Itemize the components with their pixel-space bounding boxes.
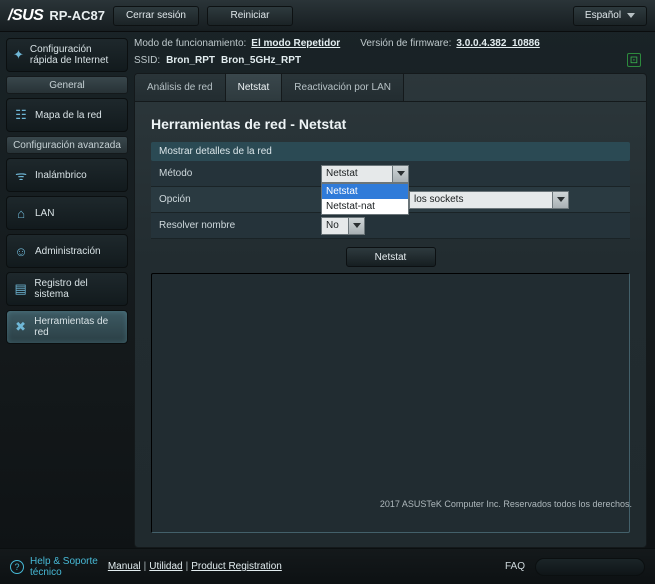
chevron-down-icon [348, 218, 364, 234]
link-product-registration[interactable]: Product Registration [191, 561, 282, 572]
tabs: Análisis de red Netstat Reactivación por… [135, 74, 646, 102]
topbar: /SUS RP-AC87 Cerrar sesión Reiniciar Esp… [0, 0, 655, 32]
reboot-button[interactable]: Reiniciar [207, 6, 293, 26]
sidebar-item-quick-setup[interactable]: ✦ Configuración rápida de Internet [6, 38, 128, 72]
fw-key: Versión de firmware: [360, 38, 451, 49]
chevron-down-icon [552, 192, 568, 208]
option-select[interactable]: los sockets [409, 191, 569, 209]
help-support[interactable]: ? Help & Soportetécnico [10, 556, 98, 578]
method-label: Método [151, 168, 321, 179]
faq-label: FAQ [505, 561, 525, 572]
method-option-netstat-nat[interactable]: Netstat-nat [322, 199, 408, 214]
panel-title: Herramientas de red - Netstat [151, 116, 630, 132]
method-select[interactable]: Netstat [321, 165, 409, 183]
online-status-icon: ⊡ [627, 53, 641, 67]
main-panel: Análisis de red Netstat Reactivación por… [134, 73, 647, 548]
info-line-2: SSID: Bron_RPT Bron_5GHz_RPT ⊡ [134, 51, 647, 69]
sidebar-item-wireless[interactable]: ᯤ Inalámbrico [6, 158, 128, 192]
link-manual[interactable]: Manual [108, 561, 141, 572]
output-textarea[interactable] [151, 273, 630, 533]
method-dropdown-list: Netstat Netstat-nat [321, 183, 409, 215]
tools-icon: ✖ [13, 319, 28, 335]
sidebar-item-syslog[interactable]: ▤ Registro del sistema [6, 272, 128, 306]
app-window: /SUS RP-AC87 Cerrar sesión Reiniciar Esp… [0, 0, 655, 584]
panel-body: Herramientas de red - Netstat Mostrar de… [135, 102, 646, 547]
log-icon: ▤ [13, 281, 28, 297]
fw-value[interactable]: 3.0.0.4.382_10886 [456, 38, 539, 49]
mode-key: Modo de funcionamiento: [134, 38, 246, 49]
sidebar: ✦ Configuración rápida de Internet Gener… [0, 32, 134, 548]
tab-netstat[interactable]: Netstat [226, 74, 283, 101]
network-icon: ☷ [13, 107, 29, 123]
resolve-select[interactable]: No [321, 217, 365, 235]
footer-links: Manual|Utilidad|Product Registration [108, 561, 282, 572]
language-dropdown[interactable]: Español [573, 6, 647, 26]
option-label: Opción [151, 194, 321, 205]
sidebar-item-lan[interactable]: ⌂ LAN [6, 196, 128, 230]
sidebar-heading-general: General [6, 76, 128, 94]
tab-wol[interactable]: Reactivación por LAN [282, 74, 404, 101]
run-netstat-button[interactable]: Netstat [346, 247, 436, 267]
main-area: Modo de funcionamiento: El modo Repetido… [134, 32, 655, 548]
tab-network-analysis[interactable]: Análisis de red [135, 74, 226, 101]
logo: /SUS RP-AC87 [8, 7, 105, 25]
help-icon: ? [10, 560, 24, 574]
run-row: Netstat [151, 239, 630, 273]
ssid-1: Bron_RPT [166, 55, 215, 66]
faq-search-input[interactable] [542, 561, 655, 572]
method-option-netstat[interactable]: Netstat [322, 184, 408, 199]
mode-value[interactable]: El modo Repetidor [251, 38, 340, 49]
section-heading: Mostrar detalles de la red [151, 142, 630, 161]
person-icon: ☺ [13, 243, 29, 259]
chevron-down-icon [392, 166, 408, 182]
sidebar-heading-advanced: Configuración avanzada [6, 136, 128, 154]
model-text: RP-AC87 [49, 8, 105, 23]
footer: ? Help & Soportetécnico Manual|Utilidad|… [0, 548, 655, 584]
resolve-control: No [321, 217, 365, 235]
method-control: Netstat Netstat Netstat-nat [321, 165, 409, 183]
faq-search[interactable] [535, 558, 645, 576]
ssid-key: SSID: [134, 55, 160, 66]
globe-icon: ✦ [13, 47, 24, 63]
sidebar-item-nettools[interactable]: ✖ Herramientas de red [6, 310, 128, 344]
ssid-2: Bron_5GHz_RPT [221, 55, 301, 66]
info-line-1: Modo de funcionamiento: El modo Repetido… [134, 36, 647, 51]
link-utility[interactable]: Utilidad [149, 561, 182, 572]
chevron-down-icon [627, 13, 635, 18]
row-resolve: Resolver nombre No [151, 213, 630, 239]
resolve-label: Resolver nombre [151, 220, 321, 231]
logout-button[interactable]: Cerrar sesión [113, 6, 199, 26]
brand-text: /SUS [8, 7, 43, 25]
copyright-text: 2017 ASUSTeK Computer Inc. Reservados to… [380, 499, 632, 509]
sidebar-item-network-map[interactable]: ☷ Mapa de la red [6, 98, 128, 132]
wifi-icon: ᯤ [13, 167, 29, 183]
content-row: ✦ Configuración rápida de Internet Gener… [0, 32, 655, 548]
home-icon: ⌂ [13, 205, 29, 221]
row-method: Método Netstat Netstat Netstat-nat [151, 161, 630, 187]
sidebar-item-admin[interactable]: ☺ Administración [6, 234, 128, 268]
